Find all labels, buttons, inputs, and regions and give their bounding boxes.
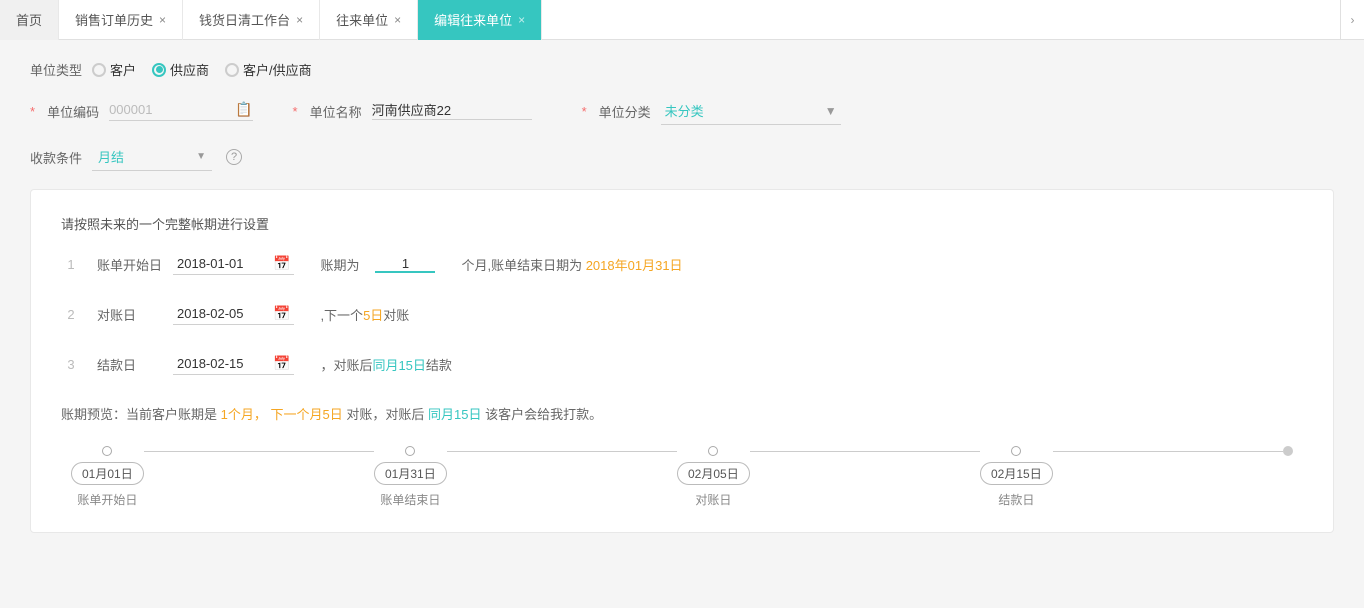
period-end-date: 2018年01月31日 [586,258,683,273]
timeline-bubble-3: 02月05日 [677,462,750,485]
row-label-3: 结款日 [97,355,157,374]
row-num-1: 1 [61,257,81,272]
tab-close-edit-partner[interactable]: × [518,13,525,27]
row-label-1: 账单开始日 [97,255,157,274]
timeline-node-3: 02月05日 对账日 [677,446,750,508]
row-date-1-input[interactable] [177,256,267,271]
timeline-bubble-4: 02月15日 [980,462,1053,485]
unit-category-value: 未分类 [665,101,825,120]
data-row-3: 3 结款日 📅 ，对账后同月15日结款 [61,353,1303,375]
timeline-dot-1 [102,446,112,456]
calendar-icon-3[interactable]: 📅 [273,355,290,372]
required-name: * [293,104,298,119]
timeline-label-2: 账单结束日 [380,491,440,508]
preview-text: 账期预览：当前客户账期是 1个月， 下一个月5日 对账，对账后 同月15日 该客… [61,403,1303,426]
row-label-2: 对账日 [97,305,157,324]
payment-condition-label: 收款条件 [30,148,82,167]
period-label: 账期为 [320,255,359,274]
required-code: * [30,104,35,119]
tab-close-partner[interactable]: × [394,13,401,27]
row-date-3-wrapper: 📅 [173,353,294,375]
payment-condition-select[interactable]: 月结 ▼ [92,143,212,171]
unit-type-radio-group: 客户 供应商 客户/供应商 [92,60,312,79]
tab-close-sales-history[interactable]: × [159,13,166,27]
timeline-bubble-2: 01月31日 [374,462,447,485]
unit-code-wrapper: 📋 [109,101,252,121]
unit-category-label: 单位分类 [599,102,651,121]
row-num-3: 3 [61,357,81,372]
row-desc-2: ,下一个5日对账 [320,305,409,324]
data-row-2: 2 对账日 📅 ,下一个5日对账 [61,303,1303,325]
timeline-segment-end [1053,451,1283,452]
tab-edit-partner[interactable]: 编辑往来单位 × [418,0,542,40]
required-category: * [582,104,587,119]
timeline-label-3: 对账日 [695,491,731,508]
row-date-2-input[interactable] [177,306,267,321]
unit-category-select[interactable]: 未分类 ▼ [661,97,841,125]
period-unit: 个月,账单结束日期为 2018年01月31日 [461,255,682,274]
section-title: 请按照未来的一个完整帐期进行设置 [61,214,1303,233]
unit-type-label: 单位类型 [30,60,82,79]
calendar-icon-2[interactable]: 📅 [273,305,290,322]
timeline-node-4: 02月15日 结款日 [980,446,1053,508]
unit-code-icon[interactable]: 📋 [235,101,252,118]
row-date-1-wrapper: 📅 [173,253,294,275]
period-value-input[interactable] [375,256,435,273]
period-section-box: 请按照未来的一个完整帐期进行设置 1 账单开始日 📅 账期为 个月,账单结束日期… [30,189,1334,533]
tab-more-arrow[interactable]: › [1340,0,1364,40]
unit-name-input[interactable] [372,102,532,117]
chevron-down-icon: ▼ [196,151,206,162]
chevron-down-icon: ▼ [825,104,837,118]
page-content: 单位类型 客户 供应商 客户/供应商 * 单位编码 📋 * 单位名称 [0,40,1364,608]
help-icon[interactable]: ? [226,149,242,165]
radio-circle-both [225,63,239,77]
radio-customer[interactable]: 客户 [92,60,136,79]
timeline-label-4: 结款日 [998,491,1034,508]
unit-type-row: 单位类型 客户 供应商 客户/供应商 [30,60,1334,79]
unit-info-row: * 单位编码 📋 * 单位名称 * 单位分类 未分类 ▼ [30,97,1334,125]
tab-cash-work[interactable]: 钱货日清工作台 × [183,0,320,40]
data-row-1: 1 账单开始日 📅 账期为 个月,账单结束日期为 2018年01月31日 [61,253,1303,275]
unit-name-wrapper [372,102,532,120]
row-date-2-wrapper: 📅 [173,303,294,325]
tab-close-cash-work[interactable]: × [296,13,303,27]
radio-circle-supplier [152,63,166,77]
tab-sales-history[interactable]: 销售订单历史 × [59,0,183,40]
unit-name-label: 单位名称 [310,102,362,121]
timeline-node-2: 01月31日 账单结束日 [374,446,447,508]
tab-home[interactable]: 首页 [0,0,59,40]
row-num-2: 2 [61,307,81,322]
unit-code-input[interactable] [109,102,229,117]
payment-condition-value: 月结 [98,147,190,166]
radio-both[interactable]: 客户/供应商 [225,60,312,79]
radio-supplier[interactable]: 供应商 [152,60,209,79]
radio-circle-customer [92,63,106,77]
timeline-segment-2 [447,451,677,452]
row-desc-3: ，对账后同月15日结款 [320,355,452,374]
unit-code-label: 单位编码 [47,102,99,121]
calendar-icon-1[interactable]: 📅 [273,255,290,272]
tab-bar: 首页 销售订单历史 × 钱货日清工作台 × 往来单位 × 编辑往来单位 × › [0,0,1364,40]
timeline-node-1: 01月01日 账单开始日 [71,446,144,508]
timeline: 01月01日 账单开始日 01月31日 账单结束日 02月05日 [61,446,1303,508]
tab-partner[interactable]: 往来单位 × [320,0,418,40]
row-date-3-input[interactable] [177,356,267,371]
payment-condition-row: 收款条件 月结 ▼ ? [30,143,1334,171]
timeline-segment-3 [750,451,980,452]
timeline-segment-1 [144,451,374,452]
timeline-label-1: 账单开始日 [77,491,137,508]
timeline-bubble-1: 01月01日 [71,462,144,485]
